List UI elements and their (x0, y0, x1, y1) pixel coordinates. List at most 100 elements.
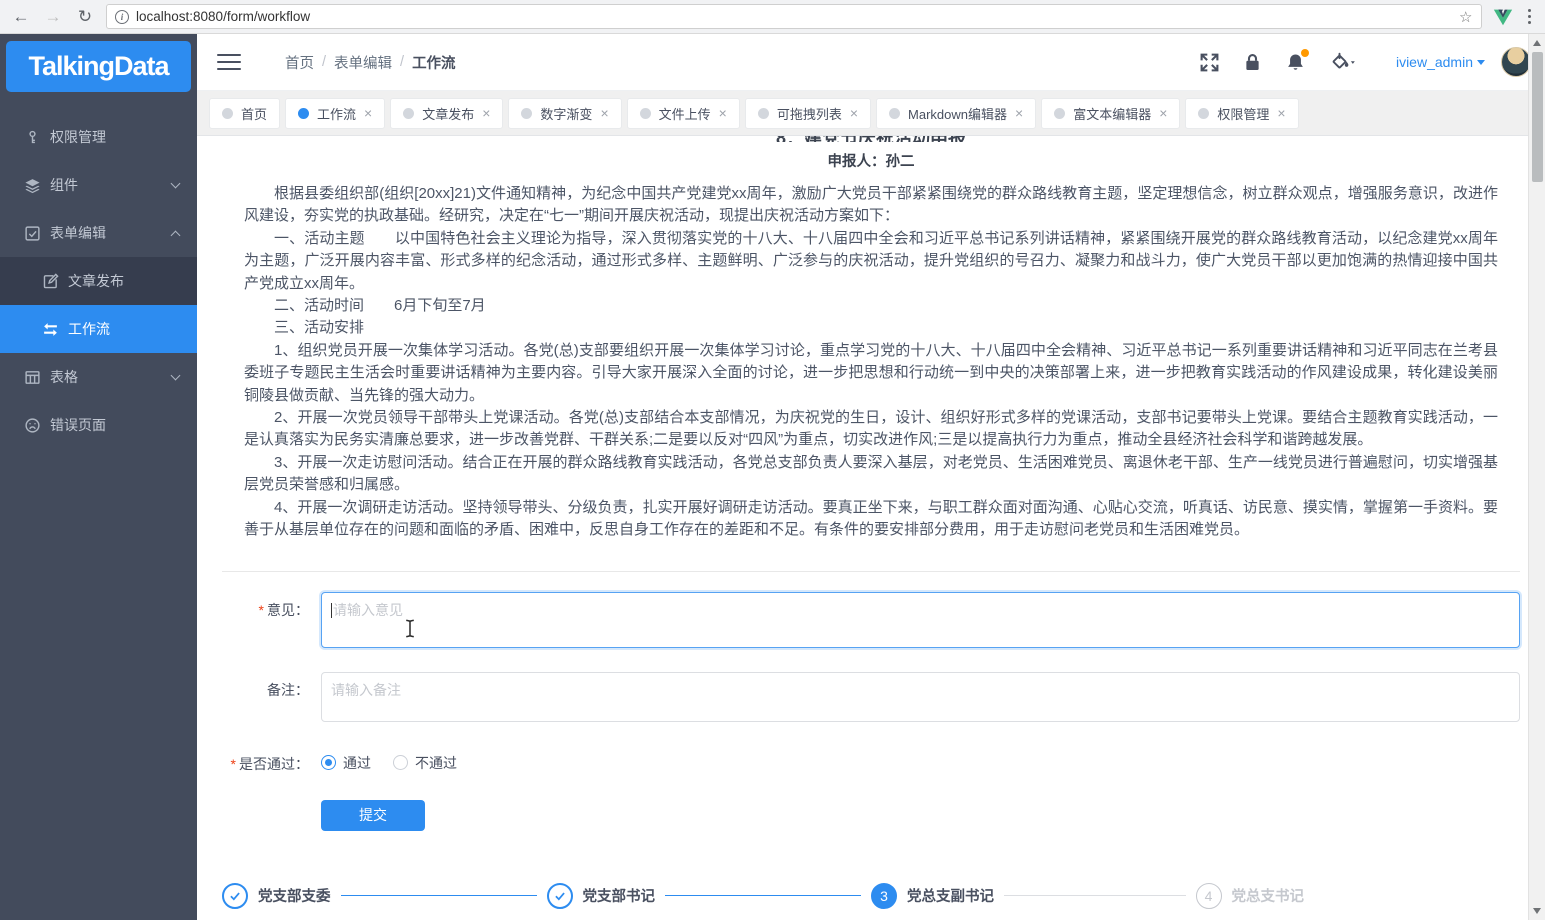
browser-chrome: ← → ↻ i localhost:8080/form/workflow ☆ (0, 0, 1545, 34)
step-3: 3 党总支副书记 王五审核并通过 (871, 882, 1196, 920)
sidebar-item-label: 文章发布 (68, 273, 124, 289)
required-mark: * (258, 601, 264, 618)
remark-textarea[interactable]: 请输入备注 (321, 671, 1520, 722)
approval-steps: 党支部支委 张三审核并通过 党支部书记 李四审核并通过 (222, 882, 1521, 920)
sidebar-item-label: 工作流 (68, 321, 110, 337)
step-desc: 王五审核并通过 (901, 917, 1196, 920)
sidebar-item-label: 权限管理 (50, 129, 106, 145)
close-icon[interactable]: × (719, 106, 727, 120)
opinion-textarea[interactable]: 请输入意见 (321, 591, 1520, 648)
close-icon[interactable]: × (482, 106, 490, 120)
approval-form: * 意见： 请输入意见 备注： 请输入备注 * 是否通过： 通过 不通过 提交 (222, 591, 1520, 831)
scroll-up-icon[interactable] (1533, 40, 1541, 46)
submit-button[interactable]: 提交 (321, 799, 425, 831)
step-4: 4 党总支书记 赵六审核并通过 (1195, 882, 1521, 920)
step-number: 3 (871, 882, 897, 909)
table-icon (24, 369, 41, 386)
lock-icon[interactable] (1242, 52, 1263, 73)
sidebar-item-components[interactable]: 组件 (0, 161, 197, 209)
close-icon[interactable]: × (1159, 106, 1167, 120)
notification-bell-icon[interactable] (1285, 48, 1309, 73)
required-mark: * (230, 755, 236, 772)
pass-label: * 是否通过： (230, 755, 309, 772)
back-icon[interactable]: ← (10, 6, 32, 28)
step-desc: 赵六审核并通过 (1226, 917, 1521, 920)
step-title: 党支部书记 (582, 889, 656, 905)
paragraph: 2、开展一次党员领导干部带头上党课活动。各党(总)支部结合本支部情况，为庆祝党的… (244, 409, 1498, 449)
paragraph: 1、组织党员开展一次集体学习活动。各党(总)支部要组织开展一次集体学习讨论，重点… (244, 341, 1498, 404)
close-icon[interactable]: × (364, 106, 372, 120)
step-2: 党支部书记 李四审核并通过 (546, 882, 872, 920)
close-icon[interactable]: × (1277, 106, 1285, 120)
tab-label: 首页 (241, 106, 268, 122)
user-menu[interactable]: iview_admin (1396, 54, 1485, 70)
page-info-icon[interactable]: i (115, 9, 129, 24)
tab-article-publish[interactable]: 文章发布 × (390, 97, 504, 129)
scrollbar-thumb[interactable] (1531, 52, 1543, 182)
layers-icon (24, 177, 41, 194)
sidebar-item-label: 表格 (50, 369, 78, 385)
remark-placeholder: 请输入备注 (331, 681, 401, 698)
sidebar-item-table[interactable]: 表格 (0, 353, 197, 401)
url-text[interactable]: localhost:8080/form/workflow (136, 9, 1452, 24)
error-face-icon (24, 417, 41, 434)
browser-menu-icon[interactable] (1524, 8, 1536, 25)
notification-badge (1300, 48, 1309, 57)
step-title: 党总支副书记 (907, 889, 994, 905)
breadcrumb-form-edit[interactable]: 表单编辑 (334, 52, 392, 73)
vue-devtools-icon[interactable] (1492, 6, 1514, 28)
tab-file-upload[interactable]: 文件上传 × (626, 97, 740, 129)
tab-markdown-editor[interactable]: Markdown编辑器 × (876, 97, 1037, 129)
tab-dot-icon (889, 107, 901, 119)
remark-label: 备注： (267, 681, 309, 698)
username: iview_admin (1395, 54, 1473, 70)
step-number: 4 (1195, 882, 1222, 909)
tab-home[interactable]: 首页 (209, 97, 281, 129)
tab-dot-icon (757, 107, 769, 119)
chevron-down-icon (170, 370, 181, 381)
opinion-placeholder: 请输入意见 (333, 601, 403, 618)
sidebar-item-error-page[interactable]: 错误页面 (0, 401, 197, 449)
application-document: 8：建党节庆祝活动申报 申报人：孙二 根据县委组织部(组织[20xx]21)文件… (222, 136, 1520, 542)
tab-dot-icon (1054, 107, 1066, 119)
step-title: 党支部支委 (258, 889, 331, 905)
address-bar[interactable]: i localhost:8080/form/workflow ☆ (106, 4, 1482, 29)
compose-icon (42, 272, 59, 290)
step-1: 党支部支委 张三审核并通过 (222, 882, 547, 920)
step-connector (340, 894, 537, 897)
radio-dot-icon (393, 755, 408, 770)
radio-pass[interactable]: 通过 (321, 753, 371, 773)
collapse-menu-icon[interactable] (217, 53, 241, 71)
tab-dot-icon (403, 107, 415, 119)
sidebar-item-article-publish[interactable]: 文章发布 (0, 257, 197, 305)
tab-number-gradient[interactable]: 数字渐变 × (508, 97, 622, 129)
tab-label: 可拖拽列表 (776, 106, 842, 122)
sidebar-item-label: 错误页面 (50, 417, 106, 433)
forward-icon[interactable]: → (42, 6, 64, 28)
tab-dot-icon (222, 107, 233, 119)
avatar[interactable] (1501, 47, 1531, 77)
caret-down-icon (1477, 59, 1485, 65)
tab-workflow[interactable]: 工作流 × (285, 97, 386, 129)
reload-icon[interactable]: ↻ (74, 6, 96, 28)
fullscreen-icon[interactable] (1199, 52, 1220, 73)
app-logo[interactable]: TalkingData (6, 41, 191, 92)
close-icon[interactable]: × (600, 106, 608, 120)
tab-draggable-list[interactable]: 可拖拽列表 × (744, 97, 872, 129)
breadcrumb-home[interactable]: 首页 (285, 52, 314, 73)
vertical-scrollbar[interactable] (1528, 34, 1545, 920)
opened-tabs-bar: 首页 工作流 × 文章发布 × 数字渐变 × 文件上传 × 可拖拽列表 × Ma… (197, 91, 1545, 136)
close-icon[interactable]: × (850, 106, 858, 120)
sidebar-item-form-edit[interactable]: 表单编辑 (0, 209, 197, 257)
sidebar: TalkingData 权限管理 组件 表单编辑 文章发布 工作流 表格 错误页… (0, 34, 197, 920)
theme-paint-icon[interactable] (1328, 52, 1358, 73)
radio-reject[interactable]: 不通过 (393, 753, 457, 773)
sidebar-item-permission[interactable]: 权限管理 (0, 113, 197, 161)
tab-permission[interactable]: 权限管理 × (1185, 97, 1299, 129)
close-icon[interactable]: × (1015, 106, 1023, 120)
sidebar-item-workflow[interactable]: 工作流 (0, 305, 197, 353)
text-caret (331, 602, 332, 618)
scroll-down-icon[interactable] (1533, 908, 1541, 914)
bookmark-star-icon[interactable]: ☆ (1459, 8, 1472, 26)
tab-rich-text-editor[interactable]: 富文本编辑器 × (1041, 97, 1181, 129)
